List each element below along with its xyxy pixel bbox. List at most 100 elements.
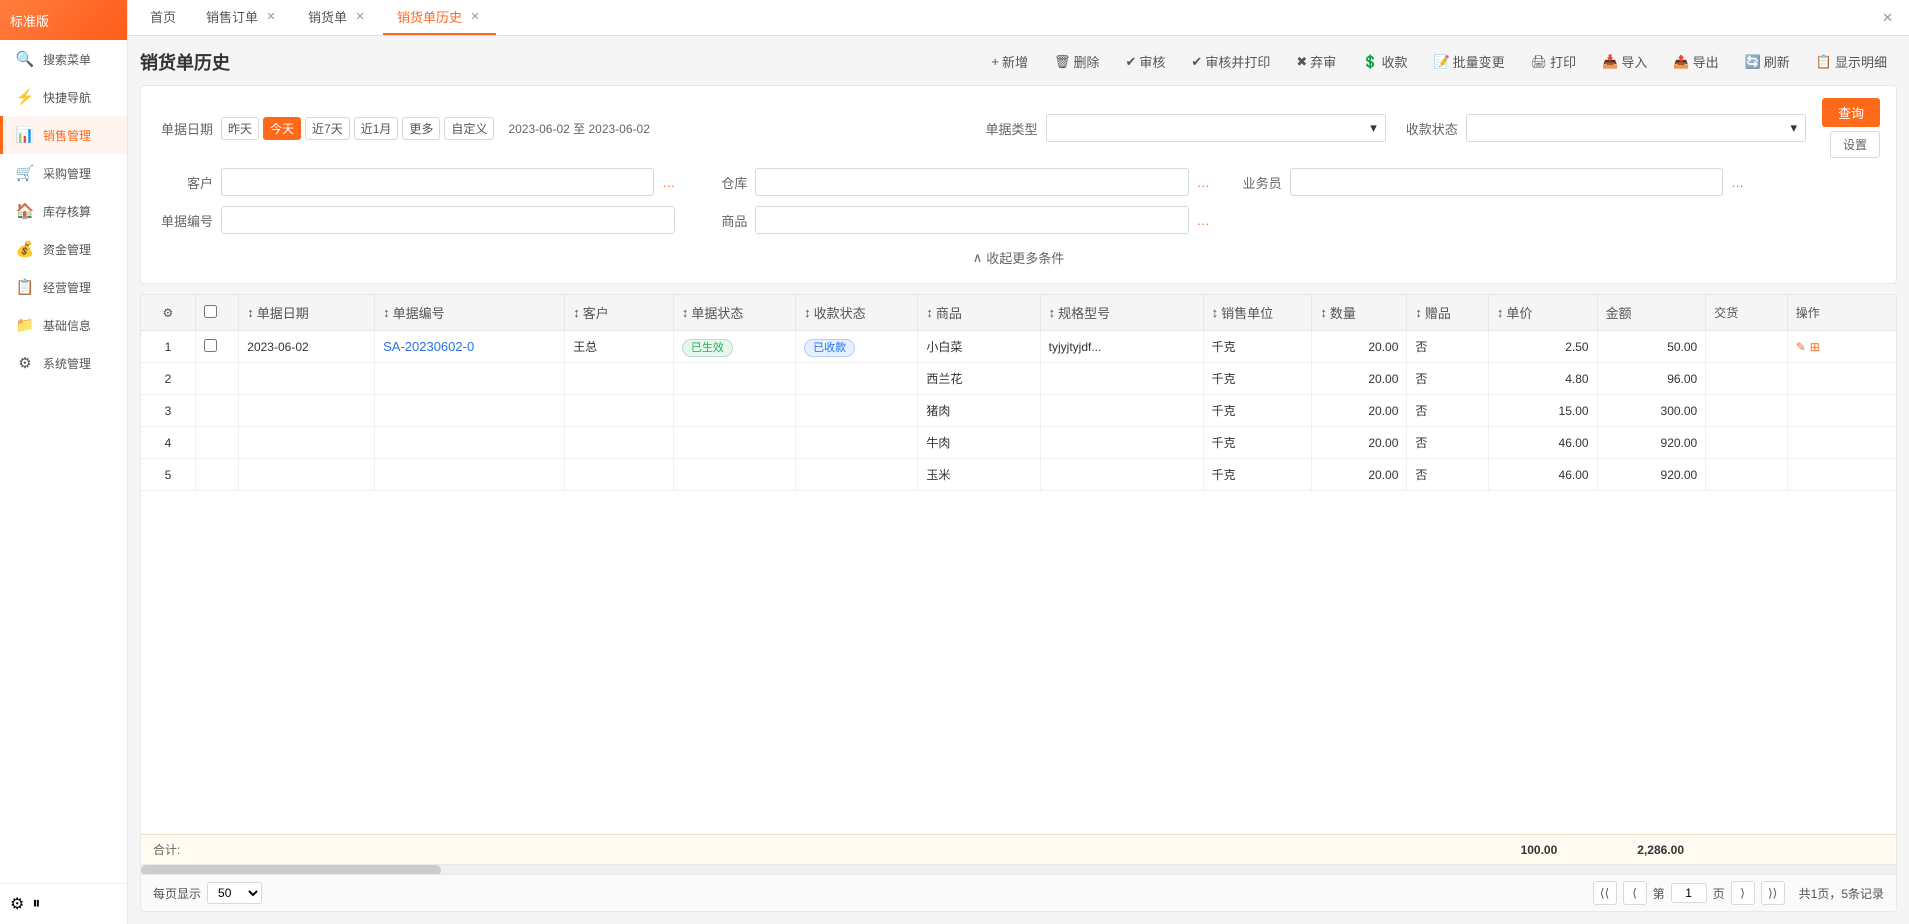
sum-row: 合计: 100.00 2,286.00	[141, 834, 1896, 864]
col-gift[interactable]: ↕赠品	[1407, 295, 1489, 331]
pagination-bar: 每页显示 10 20 50 100 ⟨⟨ ⟨ 第 页 ⟩ ⟩⟩	[141, 874, 1896, 911]
tab-sales-order[interactable]: 销售订单✕	[192, 1, 292, 35]
sidebar-item-sales[interactable]: 📊 销售管理	[0, 116, 127, 154]
page-header: 销货单历史 +新增🗑删除✔审核✔审核并打印✖弃审💲收款📝批量变更🖨打印📥导入📤导…	[140, 48, 1897, 75]
col-unit[interactable]: ↕销售单位	[1203, 295, 1312, 331]
warehouse-dots-btn[interactable]: …	[1197, 175, 1210, 190]
new-button[interactable]: +新增	[981, 48, 1038, 75]
cell-checkbox[interactable]	[195, 427, 238, 459]
print-button[interactable]: 🖨打印	[1521, 48, 1587, 75]
warehouse-input[interactable]	[755, 168, 1188, 196]
sidebar-bottom: ⚙ ⏸	[0, 883, 127, 924]
page-num-input[interactable]	[1671, 883, 1707, 903]
new-label: 新增	[1002, 52, 1028, 71]
date-1month-btn[interactable]: 近1月	[354, 117, 399, 140]
settings-button[interactable]: 设置	[1830, 131, 1880, 158]
cell-checkbox[interactable]	[195, 363, 238, 395]
goods-dots-btn[interactable]: …	[1197, 213, 1210, 228]
sidebar-item-purchase[interactable]: 🛒 采购管理	[0, 154, 127, 192]
page-last-btn[interactable]: ⟩⟩	[1761, 881, 1785, 905]
col-price[interactable]: ↕单价	[1488, 295, 1597, 331]
page-size-select[interactable]: 10 20 50 100	[207, 882, 262, 904]
col-qty[interactable]: ↕数量	[1312, 295, 1407, 331]
date-more-btn[interactable]: 更多	[402, 117, 440, 140]
sidebar-item-search-menu[interactable]: 🔍 搜索菜单	[0, 40, 127, 78]
col-date[interactable]: ↕单据日期	[239, 295, 375, 331]
salesperson-input[interactable]	[1290, 168, 1723, 196]
collect-button[interactable]: 💲收款	[1352, 48, 1417, 75]
audit-button[interactable]: ✔审核	[1115, 48, 1175, 75]
goods-input[interactable]	[755, 206, 1188, 234]
col-amount[interactable]: 金额	[1597, 295, 1706, 331]
content-area: 销货单历史 +新增🗑删除✔审核✔审核并打印✖弃审💲收款📝批量变更🖨打印📥导入📤导…	[128, 36, 1909, 924]
cell-checkbox[interactable]	[195, 331, 238, 363]
customer-dots-btn[interactable]: …	[662, 175, 675, 190]
page-next-btn[interactable]: ⟩	[1731, 881, 1755, 905]
cell-spec	[1040, 459, 1203, 491]
cell-seq: 1	[141, 331, 195, 363]
cell-qty: 20.00	[1312, 395, 1407, 427]
tab-home[interactable]: 首页	[136, 1, 190, 35]
tab-close-sales-order[interactable]: ✕	[264, 10, 278, 24]
tab-close-sales-history[interactable]: ✕	[468, 10, 482, 24]
tab-sales-history[interactable]: 销货单历史✕	[383, 1, 496, 35]
collect-status-select[interactable]: ▾	[1466, 114, 1806, 142]
refresh-button[interactable]: 🔄刷新	[1735, 48, 1800, 75]
export-button[interactable]: 📤导出	[1663, 48, 1728, 75]
cell-spec	[1040, 363, 1203, 395]
sidebar-item-finance[interactable]: 💰 资金管理	[0, 230, 127, 268]
audit-print-button[interactable]: ✔审核并打印	[1181, 48, 1280, 75]
cell-checkbox[interactable]	[195, 395, 238, 427]
row-edit-btn[interactable]: ✎	[1796, 340, 1806, 354]
col-collect-status[interactable]: ↕收款状态	[796, 295, 918, 331]
row-checkbox[interactable]	[204, 339, 217, 352]
doc-no-link[interactable]: SA-20230602-0	[383, 339, 474, 354]
batch-change-button[interactable]: 📝批量变更	[1423, 48, 1514, 75]
date-custom-btn[interactable]: 自定义	[444, 117, 494, 140]
cell-seq: 4	[141, 427, 195, 459]
cell-checkbox[interactable]	[195, 459, 238, 491]
cell-action	[1787, 395, 1896, 427]
tab-sales-goods[interactable]: 销货单✕	[294, 1, 381, 35]
col-spec[interactable]: ↕规格型号	[1040, 295, 1203, 331]
doc-type-select[interactable]: ▾	[1046, 114, 1386, 142]
pause-icon[interactable]: ⏸	[32, 895, 40, 913]
sidebar-item-quick-nav[interactable]: ⚡ 快捷导航	[0, 78, 127, 116]
date-7days-btn[interactable]: 近7天	[305, 117, 350, 140]
page-first-btn[interactable]: ⟨⟨	[1593, 881, 1617, 905]
docno-input[interactable]	[221, 206, 675, 234]
salesperson-dots-btn[interactable]: …	[1731, 175, 1744, 190]
row-copy-btn[interactable]: ⊞	[1810, 340, 1820, 354]
import-button[interactable]: 📥导入	[1592, 48, 1657, 75]
customer-input[interactable]	[221, 168, 654, 196]
scrollbar-thumb[interactable]	[141, 865, 441, 874]
delete-button[interactable]: 🗑删除	[1044, 48, 1110, 75]
col-goods[interactable]: ↕商品	[918, 295, 1040, 331]
cell-trade	[1706, 459, 1788, 491]
date-today-btn[interactable]: 今天	[263, 117, 301, 140]
table-wrap[interactable]: ⚙ ↕单据日期 ↕单据编号 ↕客户 ↕单据状态 ↕收款状态 ↕商品 ↕规格型号 …	[141, 295, 1896, 834]
quick-nav-icon: ⚡	[15, 88, 35, 106]
col-no[interactable]: ↕单据编号	[375, 295, 565, 331]
gear-icon[interactable]: ⚙	[10, 894, 24, 914]
sidebar-item-operation[interactable]: 📋 经营管理	[0, 268, 127, 306]
sidebar-item-inventory[interactable]: 🏠 库存核算	[0, 192, 127, 230]
col-settings[interactable]: ⚙	[141, 295, 195, 331]
cell-doc-status	[673, 427, 795, 459]
sidebar-item-system[interactable]: ⚙ 系统管理	[0, 344, 127, 382]
horizontal-scrollbar[interactable]	[141, 864, 1896, 874]
cell-qty: 20.00	[1312, 331, 1407, 363]
sidebar-item-basic[interactable]: 📁 基础信息	[0, 306, 127, 344]
tab-close-sales-goods[interactable]: ✕	[353, 10, 367, 24]
page-prev-btn[interactable]: ⟨	[1623, 881, 1647, 905]
select-all-checkbox[interactable]	[204, 305, 217, 318]
date-yesterday-btn[interactable]: 昨天	[221, 117, 259, 140]
query-button[interactable]: 查询	[1822, 98, 1880, 127]
col-customer[interactable]: ↕客户	[565, 295, 674, 331]
cell-price: 2.50	[1488, 331, 1597, 363]
collapse-btn[interactable]: ∧ 收起更多条件	[961, 246, 1077, 269]
tab-close-all[interactable]: ✕	[1874, 10, 1901, 26]
abandon-button[interactable]: ✖弃审	[1286, 48, 1346, 75]
col-doc-status[interactable]: ↕单据状态	[673, 295, 795, 331]
show-detail-button[interactable]: 📋显示明细	[1806, 48, 1897, 75]
